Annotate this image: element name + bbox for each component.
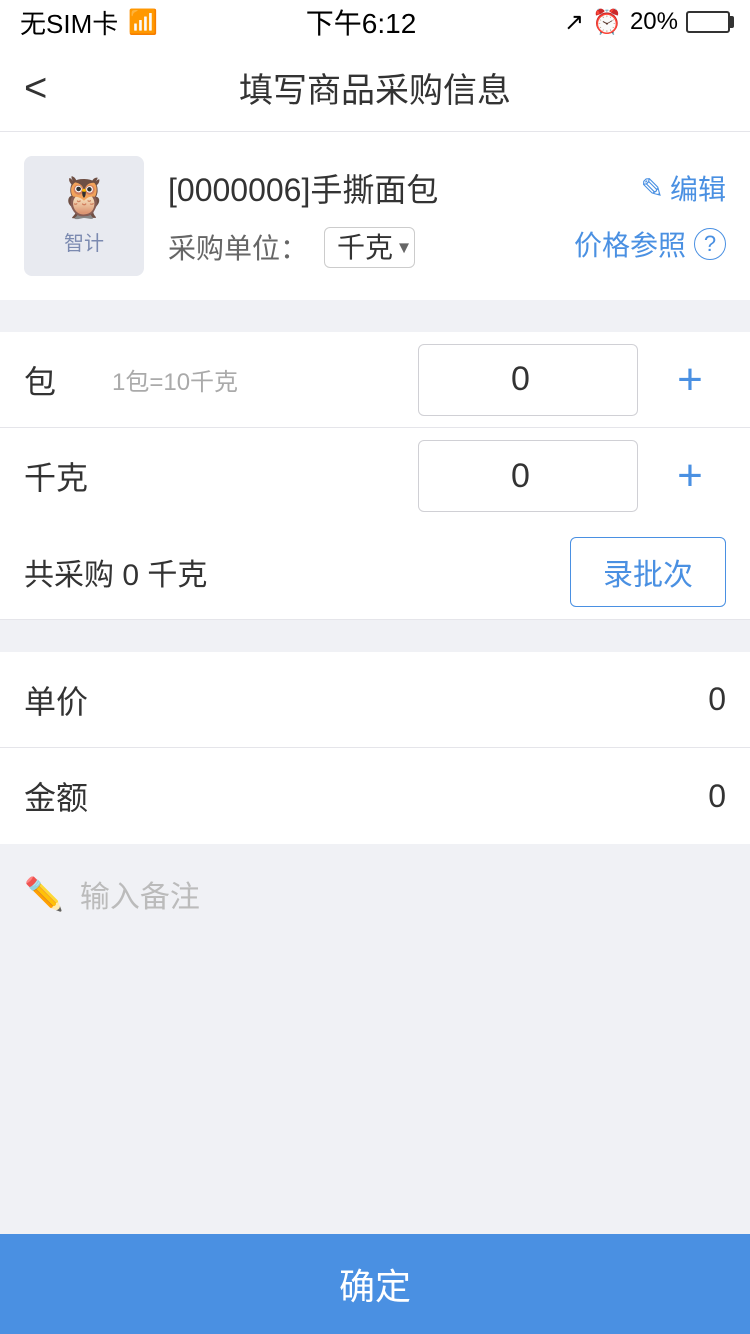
note-area[interactable]: ✏️ 输入备注 [0,844,750,944]
quantity-bao-input[interactable] [418,344,638,416]
quantity-row-bao: 包 1包=10千克 + [0,332,750,428]
summary-unit: 千克 [147,559,207,592]
unit-bao-sublabel: 1包=10千克 [112,362,238,397]
quantity-input-section: 包 1包=10千克 + 千克 + [0,332,750,524]
summary-prefix: 共采购 [24,559,114,592]
status-time: 下午6:12 [306,2,417,42]
edit-button[interactable]: ✎ 编辑 [641,168,726,208]
wifi-icon: 📶 [128,8,158,37]
price-ref-label: 价格参照 [574,224,686,264]
quantity-kg-input[interactable] [418,440,638,512]
product-actions: ✎ 编辑 价格参照 ? [574,168,726,264]
unit-kg-label: 千克 [24,453,104,499]
alarm-icon: ⏰ [592,8,622,37]
back-button[interactable]: < [24,68,47,108]
unit-price-label: 单价 [24,677,708,723]
product-logo-text: 智计 [64,233,104,255]
note-placeholder: 输入备注 [80,872,200,916]
unit-select-wrapper[interactable]: 千克 包 [324,227,415,268]
batch-button[interactable]: 录批次 [570,537,726,607]
product-logo-icon: 🦉 [59,174,109,221]
carrier-label: 无SIM卡 [20,4,118,41]
unit-prefix-label: 采购单位： [168,227,308,267]
page-title: 填写商品采购信息 [239,63,511,112]
unit-select[interactable]: 千克 包 [324,227,415,268]
edit-icon: ✎ [641,172,664,205]
price-row-total: 金额 0 [0,748,750,844]
nav-bar: < 填写商品采购信息 [0,44,750,132]
edit-label: 编辑 [670,168,726,208]
summary-text: 共采购 0 千克 [24,550,570,594]
divider-band-2 [0,620,750,636]
price-reference-button[interactable]: 价格参照 ? [574,224,726,264]
note-icon: ✏️ [24,875,64,913]
total-price-value: 0 [708,778,726,815]
battery-percent: 20% [630,8,678,36]
summary-row: 共采购 0 千克 录批次 [0,524,750,620]
quantity-kg-plus-button[interactable]: + [654,440,726,512]
help-icon: ? [694,228,726,260]
confirm-bar[interactable]: 确定 [0,1234,750,1334]
total-price-label: 金额 [24,773,708,819]
status-left: 无SIM卡 📶 [20,4,158,41]
divider-band-1 [0,316,750,332]
location-icon: ↗ [564,8,584,37]
unit-bao-label: 包 [24,357,104,403]
summary-quantity: 0 [122,559,147,592]
product-info: [0000006]手撕面包 采购单位： 千克 包 [168,165,550,268]
battery-icon [686,11,730,33]
quantity-bao-plus-button[interactable]: + [654,344,726,416]
price-row-unit: 单价 0 [0,652,750,748]
unit-price-value: 0 [708,681,726,718]
product-card: 🦉 智计 [0000006]手撕面包 采购单位： 千克 包 [0,132,750,300]
bottom-spacer [0,944,750,1144]
product-name: [0000006]手撕面包 [168,165,550,211]
status-bar: 无SIM卡 📶 下午6:12 ↗ ⏰ 20% [0,0,750,44]
quantity-row-kg: 千克 + [0,428,750,524]
price-section: 单价 0 金额 0 [0,652,750,844]
product-thumbnail: 🦉 智计 [24,156,144,276]
status-right: ↗ ⏰ 20% [564,8,730,37]
confirm-button-label: 确定 [339,1258,411,1310]
